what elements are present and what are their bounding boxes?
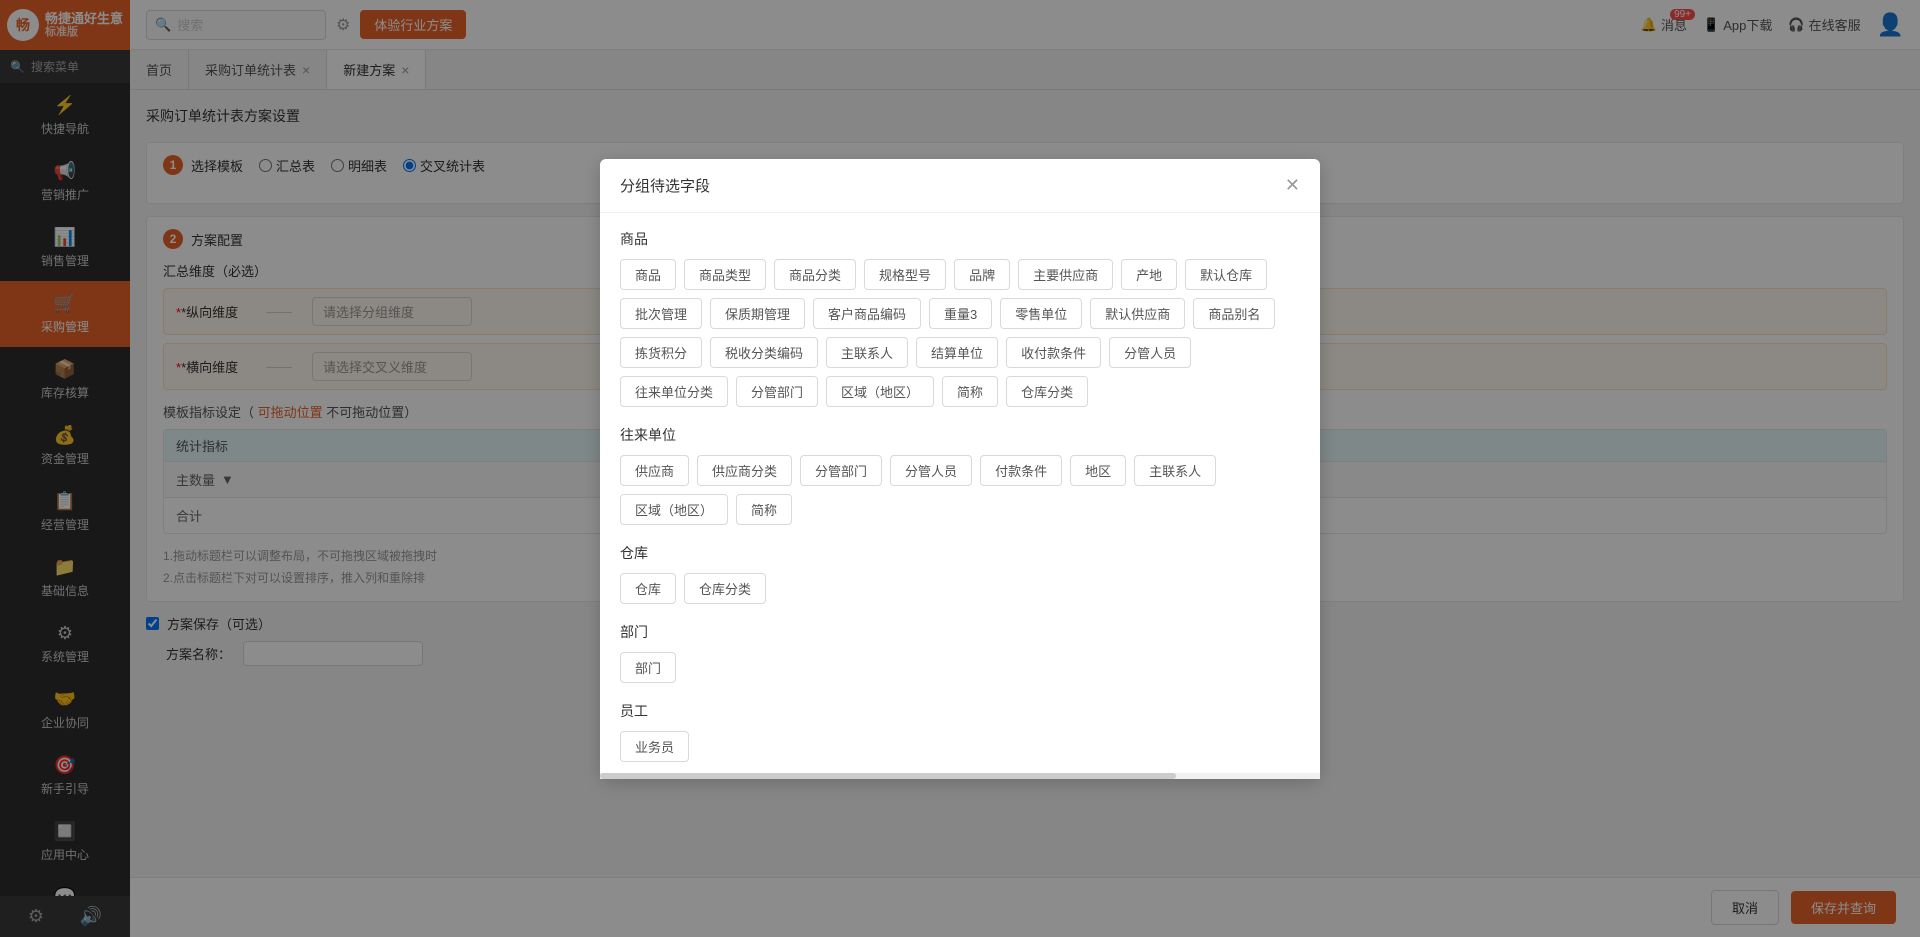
field-tag-0-16[interactable]: 税收分类编码 bbox=[710, 337, 818, 368]
field-tag-1-1[interactable]: 供应商分类 bbox=[697, 455, 792, 486]
field-group-title-3: 部门 bbox=[620, 622, 1300, 642]
field-tag-0-17[interactable]: 主联系人 bbox=[826, 337, 908, 368]
field-tag-0-25[interactable]: 仓库分类 bbox=[1006, 376, 1088, 407]
field-tag-0-1[interactable]: 商品类型 bbox=[684, 259, 766, 290]
field-group-title-4: 员工 bbox=[620, 701, 1300, 721]
field-group-商品: 商品商品商品类型商品分类规格型号品牌主要供应商产地默认仓库批次管理保质期管理客户… bbox=[620, 229, 1300, 407]
field-tag-1-5[interactable]: 地区 bbox=[1070, 455, 1126, 486]
field-tag-0-7[interactable]: 默认仓库 bbox=[1185, 259, 1267, 290]
field-group-部门: 部门部门 bbox=[620, 622, 1300, 683]
field-tag-0-18[interactable]: 结算单位 bbox=[916, 337, 998, 368]
field-group-仓库: 仓库仓库仓库分类 bbox=[620, 543, 1300, 604]
field-tag-0-9[interactable]: 保质期管理 bbox=[710, 298, 805, 329]
field-tag-1-7[interactable]: 区域（地区） bbox=[620, 494, 728, 525]
field-tag-1-0[interactable]: 供应商 bbox=[620, 455, 689, 486]
field-tag-0-12[interactable]: 零售单位 bbox=[1000, 298, 1082, 329]
modal-close-button[interactable]: ✕ bbox=[1285, 175, 1300, 196]
modal-scrollbar-track bbox=[600, 773, 1320, 779]
field-tag-1-3[interactable]: 分管人员 bbox=[890, 455, 972, 486]
field-group-title-0: 商品 bbox=[620, 229, 1300, 249]
field-tag-0-3[interactable]: 规格型号 bbox=[864, 259, 946, 290]
field-tag-0-23[interactable]: 区域（地区） bbox=[826, 376, 934, 407]
field-group-title-1: 往来单位 bbox=[620, 425, 1300, 445]
field-tag-4-0[interactable]: 业务员 bbox=[620, 731, 689, 762]
field-tag-0-14[interactable]: 商品别名 bbox=[1193, 298, 1275, 329]
field-tag-0-15[interactable]: 拣货积分 bbox=[620, 337, 702, 368]
field-tag-0-8[interactable]: 批次管理 bbox=[620, 298, 702, 329]
field-tag-0-10[interactable]: 客户商品编码 bbox=[813, 298, 921, 329]
field-tags-0: 商品商品类型商品分类规格型号品牌主要供应商产地默认仓库批次管理保质期管理客户商品… bbox=[620, 259, 1300, 407]
field-group-往来单位: 往来单位供应商供应商分类分管部门分管人员付款条件地区主联系人区域（地区） 简称 bbox=[620, 425, 1300, 525]
field-tags-1: 供应商供应商分类分管部门分管人员付款条件地区主联系人区域（地区） 简称 bbox=[620, 455, 1300, 525]
field-tag-0-0[interactable]: 商品 bbox=[620, 259, 676, 290]
field-select-modal: 分组待选字段 ✕ 商品商品商品类型商品分类规格型号品牌主要供应商产地默认仓库批次… bbox=[600, 159, 1320, 779]
field-tag-1-8[interactable]: 简称 bbox=[736, 494, 792, 525]
field-tag-0-19[interactable]: 收付款条件 bbox=[1006, 337, 1101, 368]
field-tag-1-4[interactable]: 付款条件 bbox=[980, 455, 1062, 486]
field-tag-0-6[interactable]: 产地 bbox=[1121, 259, 1177, 290]
modal-scrollbar-thumb[interactable] bbox=[600, 773, 1176, 779]
field-tag-1-6[interactable]: 主联系人 bbox=[1134, 455, 1216, 486]
modal-body: 商品商品商品类型商品分类规格型号品牌主要供应商产地默认仓库批次管理保质期管理客户… bbox=[600, 213, 1320, 773]
field-tag-0-13[interactable]: 默认供应商 bbox=[1090, 298, 1185, 329]
field-tag-0-22[interactable]: 分管部门 bbox=[736, 376, 818, 407]
field-tag-2-0[interactable]: 仓库 bbox=[620, 573, 676, 604]
field-tag-1-2[interactable]: 分管部门 bbox=[800, 455, 882, 486]
field-tag-2-1[interactable]: 仓库分类 bbox=[684, 573, 766, 604]
field-tag-0-4[interactable]: 品牌 bbox=[954, 259, 1010, 290]
field-tags-4: 业务员 bbox=[620, 731, 1300, 762]
modal-header: 分组待选字段 ✕ bbox=[600, 159, 1320, 213]
modal-title: 分组待选字段 bbox=[620, 175, 710, 196]
field-tag-0-5[interactable]: 主要供应商 bbox=[1018, 259, 1113, 290]
field-tag-0-11[interactable]: 重量3 bbox=[929, 298, 992, 329]
field-tag-0-20[interactable]: 分管人员 bbox=[1109, 337, 1191, 368]
field-group-title-2: 仓库 bbox=[620, 543, 1300, 563]
field-tags-2: 仓库仓库分类 bbox=[620, 573, 1300, 604]
field-tag-3-0[interactable]: 部门 bbox=[620, 652, 676, 683]
field-group-员工: 员工业务员 bbox=[620, 701, 1300, 762]
field-tag-0-21[interactable]: 往来单位分类 bbox=[620, 376, 728, 407]
field-tags-3: 部门 bbox=[620, 652, 1300, 683]
field-tag-0-24[interactable]: 简称 bbox=[942, 376, 998, 407]
modal-overlay: 分组待选字段 ✕ 商品商品商品类型商品分类规格型号品牌主要供应商产地默认仓库批次… bbox=[0, 0, 1920, 937]
field-tag-0-2[interactable]: 商品分类 bbox=[774, 259, 856, 290]
